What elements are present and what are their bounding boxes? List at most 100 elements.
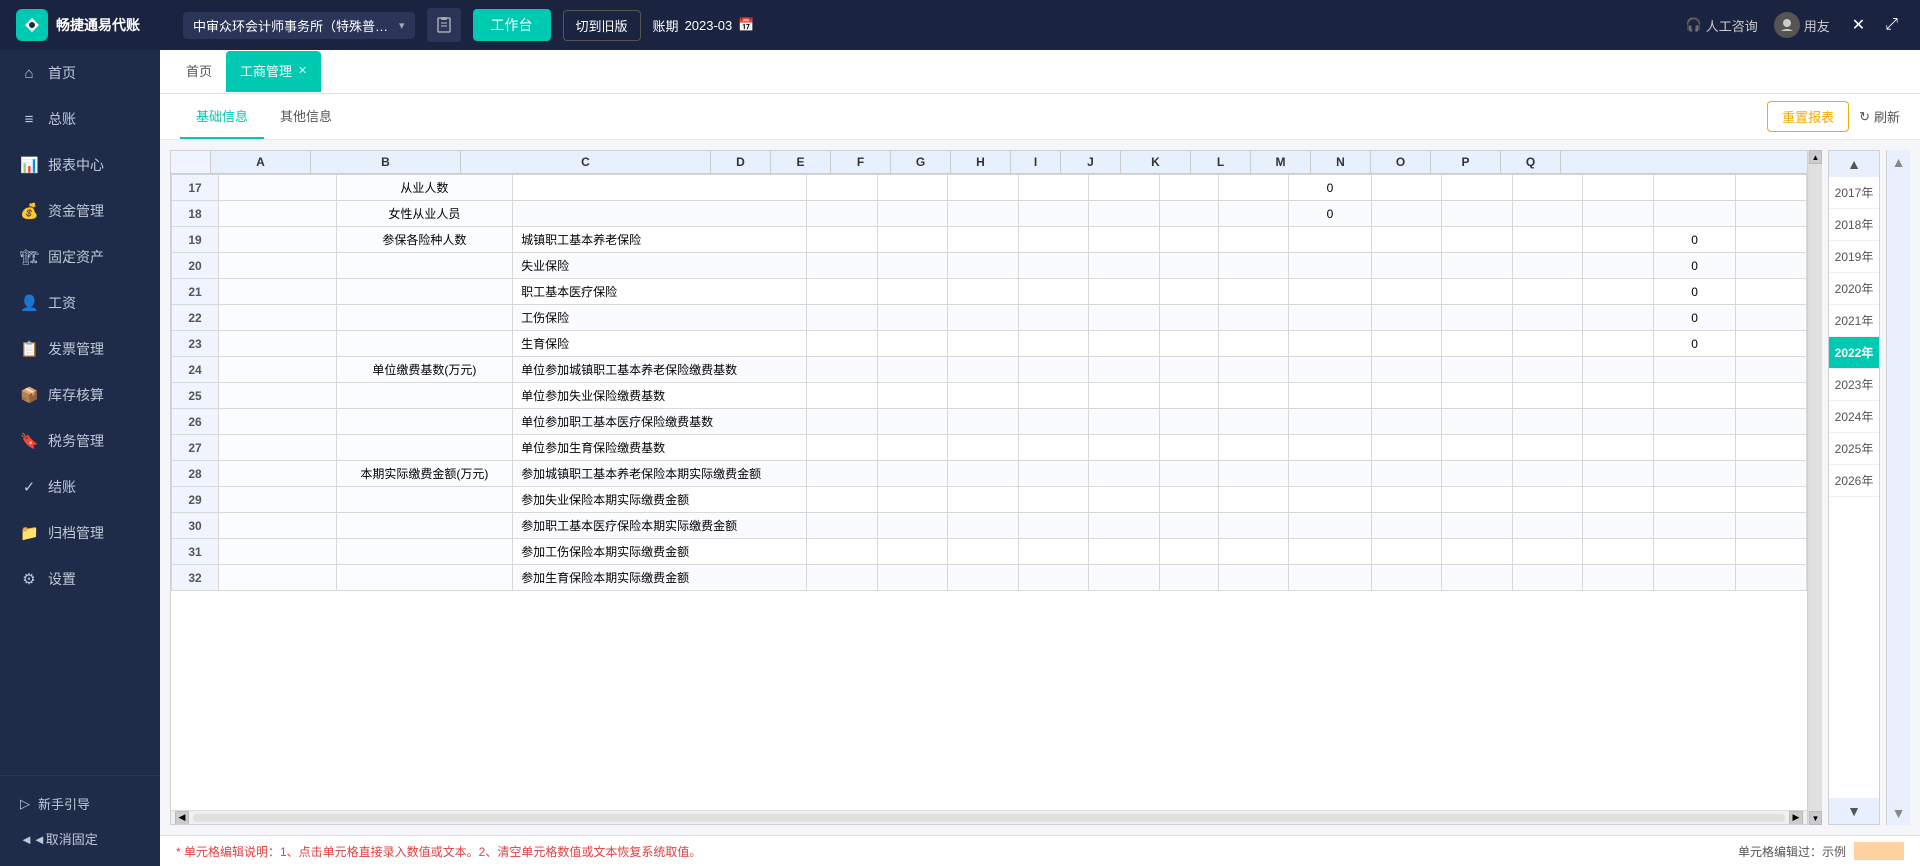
cell-h-19[interactable] <box>1089 227 1160 253</box>
cell-b-26[interactable] <box>336 409 512 435</box>
cell-j-24[interactable] <box>1218 357 1289 383</box>
cell-a-30[interactable] <box>219 513 337 539</box>
cell-j-28[interactable] <box>1218 461 1289 487</box>
col-header-f[interactable]: F <box>831 151 891 173</box>
cell-a-20[interactable] <box>219 253 337 279</box>
year-item-2019[interactable]: 2019年 <box>1829 241 1879 273</box>
cell-e-27[interactable] <box>877 435 948 461</box>
cell-a-29[interactable] <box>219 487 337 513</box>
cell-d-19[interactable] <box>807 227 878 253</box>
cell-b-32[interactable] <box>336 565 512 591</box>
cell-d-29[interactable] <box>807 487 878 513</box>
sidebar-item-invoices[interactable]: 📋发票管理 <box>0 326 160 372</box>
sub-tab-other[interactable]: 其他信息 <box>264 94 348 139</box>
cell-h-17[interactable] <box>1089 175 1160 201</box>
cell-f-27[interactable] <box>948 435 1019 461</box>
cell-j-22[interactable] <box>1218 305 1289 331</box>
cell-k-19[interactable] <box>1289 227 1371 253</box>
cell-d-21[interactable] <box>807 279 878 305</box>
cell-m-28[interactable] <box>1442 461 1513 487</box>
cell-c-22[interactable]: 工伤保险 <box>513 305 807 331</box>
cell-h-18[interactable] <box>1089 201 1160 227</box>
cell-a-24[interactable] <box>219 357 337 383</box>
cell-p-25[interactable] <box>1653 383 1735 409</box>
cell-i-21[interactable] <box>1159 279 1218 305</box>
cell-f-30[interactable] <box>948 513 1019 539</box>
cell-g-30[interactable] <box>1018 513 1089 539</box>
cell-j-29[interactable] <box>1218 487 1289 513</box>
cell-h-26[interactable] <box>1089 409 1160 435</box>
cell-f-28[interactable] <box>948 461 1019 487</box>
cell-q-21[interactable] <box>1736 279 1807 305</box>
cell-o-23[interactable] <box>1583 331 1654 357</box>
cell-g-31[interactable] <box>1018 539 1089 565</box>
year-item-2022[interactable]: 2022年 <box>1829 337 1879 369</box>
cell-q-19[interactable] <box>1736 227 1807 253</box>
cell-j-26[interactable] <box>1218 409 1289 435</box>
cell-g-19[interactable] <box>1018 227 1089 253</box>
sidebar-item-settings[interactable]: ⚙设置 <box>0 556 160 602</box>
col-header-e[interactable]: E <box>771 151 831 173</box>
cell-c-20[interactable]: 失业保险 <box>513 253 807 279</box>
cell-k-22[interactable] <box>1289 305 1371 331</box>
cell-g-21[interactable] <box>1018 279 1089 305</box>
hscroll-track[interactable] <box>193 814 1785 822</box>
maximize-window-button[interactable]: ⤢ <box>1879 16 1904 34</box>
cell-j-31[interactable] <box>1218 539 1289 565</box>
cell-a-23[interactable] <box>219 331 337 357</box>
cell-p-24[interactable] <box>1653 357 1735 383</box>
cell-q-32[interactable] <box>1736 565 1807 591</box>
cell-l-30[interactable] <box>1371 513 1442 539</box>
col-header-i[interactable]: I <box>1011 151 1061 173</box>
cell-i-18[interactable] <box>1159 201 1218 227</box>
cell-l-24[interactable] <box>1371 357 1442 383</box>
cell-o-22[interactable] <box>1583 305 1654 331</box>
cell-a-31[interactable] <box>219 539 337 565</box>
col-header-q[interactable]: Q <box>1501 151 1561 173</box>
cell-f-19[interactable] <box>948 227 1019 253</box>
cell-n-28[interactable] <box>1512 461 1583 487</box>
cell-c-30[interactable]: 参加职工基本医疗保险本期实际缴费金额 <box>513 513 807 539</box>
cell-q-31[interactable] <box>1736 539 1807 565</box>
year-item-2025[interactable]: 2025年 <box>1829 433 1879 465</box>
sidebar-item-tax[interactable]: 🔖税务管理 <box>0 418 160 464</box>
cell-c-26[interactable]: 单位参加职工基本医疗保险缴费基数 <box>513 409 807 435</box>
cell-c-18[interactable] <box>513 201 807 227</box>
cell-h-28[interactable] <box>1089 461 1160 487</box>
close-window-button[interactable]: ✕ <box>1846 15 1871 35</box>
cell-e-21[interactable] <box>877 279 948 305</box>
cell-c-31[interactable]: 参加工伤保险本期实际缴费金额 <box>513 539 807 565</box>
cell-e-23[interactable] <box>877 331 948 357</box>
cell-m-26[interactable] <box>1442 409 1513 435</box>
cell-f-25[interactable] <box>948 383 1019 409</box>
cell-o-24[interactable] <box>1583 357 1654 383</box>
cell-c-23[interactable]: 生育保险 <box>513 331 807 357</box>
cell-l-29[interactable] <box>1371 487 1442 513</box>
cell-l-20[interactable] <box>1371 253 1442 279</box>
cell-e-18[interactable] <box>877 201 948 227</box>
cell-g-22[interactable] <box>1018 305 1089 331</box>
cell-e-19[interactable] <box>877 227 948 253</box>
cell-f-22[interactable] <box>948 305 1019 331</box>
cell-n-23[interactable] <box>1512 331 1583 357</box>
cell-f-20[interactable] <box>948 253 1019 279</box>
sidebar-item-close[interactable]: ✓结账 <box>0 464 160 510</box>
col-header-b[interactable]: B <box>311 151 461 173</box>
cell-q-30[interactable] <box>1736 513 1807 539</box>
cell-n-29[interactable] <box>1512 487 1583 513</box>
cell-k-29[interactable] <box>1289 487 1371 513</box>
cell-l-28[interactable] <box>1371 461 1442 487</box>
year-item-2021[interactable]: 2021年 <box>1829 305 1879 337</box>
cell-n-27[interactable] <box>1512 435 1583 461</box>
cell-k-31[interactable] <box>1289 539 1371 565</box>
cell-j-19[interactable] <box>1218 227 1289 253</box>
cell-c-19[interactable]: 城镇职工基本养老保险 <box>513 227 807 253</box>
cell-b-30[interactable] <box>336 513 512 539</box>
reset-report-button[interactable]: 重置报表 <box>1767 101 1849 132</box>
cell-l-25[interactable] <box>1371 383 1442 409</box>
cell-o-19[interactable] <box>1583 227 1654 253</box>
vscroll-up-button[interactable]: ▲ <box>1809 150 1822 164</box>
cell-m-18[interactable] <box>1442 201 1513 227</box>
sidebar-item-assets[interactable]: 🏗固定资产 <box>0 234 160 280</box>
cell-j-25[interactable] <box>1218 383 1289 409</box>
